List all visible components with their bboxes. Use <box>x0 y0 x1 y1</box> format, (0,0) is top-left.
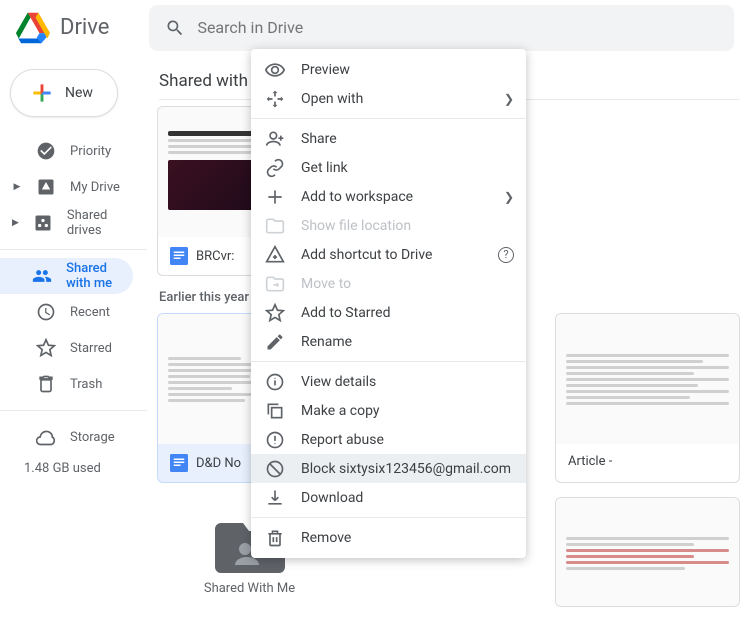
file-thumbnail <box>556 498 739 607</box>
eye-icon <box>265 60 285 80</box>
plus-icon <box>29 80 55 106</box>
sidebar: New Priority ▶ My Drive ▶ Shared drives Sh… <box>0 55 147 587</box>
shareddrives-icon <box>33 213 53 233</box>
cloud-icon <box>36 427 56 447</box>
ctx-add-starred[interactable]: Add to Starred <box>251 298 526 327</box>
search-input[interactable] <box>197 18 718 37</box>
sidebar-label: Starred <box>70 341 112 356</box>
priority-icon <box>36 141 56 161</box>
plus-icon <box>265 187 285 207</box>
file-name: D&D No <box>196 456 241 471</box>
nav-list: Priority ▶ My Drive ▶ Shared drives <box>0 133 147 241</box>
header: Drive <box>0 0 750 55</box>
app-title: Drive <box>60 15 109 40</box>
ctx-remove[interactable]: Remove <box>251 523 526 552</box>
file-thumbnail <box>556 314 739 444</box>
sidebar-label: Priority <box>70 144 111 159</box>
expand-icon[interactable]: ▶ <box>12 182 22 192</box>
sidebar-item-recent[interactable]: Recent <box>0 294 133 330</box>
warning-icon <box>265 430 285 450</box>
sidebar-item-mydrive[interactable]: ▶ My Drive <box>0 169 133 205</box>
ctx-share[interactable]: Share <box>251 124 526 153</box>
ctx-get-link[interactable]: Get link <box>251 153 526 182</box>
sidebar-item-starred[interactable]: Starred <box>0 330 133 366</box>
help-icon[interactable]: ? <box>498 247 514 263</box>
clock-icon <box>36 302 56 322</box>
sidebar-label: Recent <box>70 305 110 320</box>
ctx-add-workspace[interactable]: Add to workspace❯ <box>251 182 526 211</box>
sidebar-item-shareddrives[interactable]: ▶ Shared drives <box>0 205 133 241</box>
context-menu: Preview Open with❯ Share Get link Add to… <box>251 49 526 558</box>
pencil-icon <box>265 332 285 352</box>
sidebar-label: Shared drives <box>67 208 121 238</box>
storage-used-text: 1.48 GB used <box>0 455 147 482</box>
ctx-download[interactable]: Download <box>251 483 526 512</box>
search-icon <box>165 18 185 38</box>
download-icon <box>265 488 285 508</box>
star-icon <box>36 338 56 358</box>
file-name: Article - <box>568 454 612 469</box>
sidebar-label: Shared with me <box>66 261 121 291</box>
ctx-open-with[interactable]: Open with❯ <box>251 84 526 113</box>
mydrive-icon <box>36 177 56 197</box>
ctx-report-abuse[interactable]: Report abuse <box>251 425 526 454</box>
sidebar-item-sharedwithme[interactable]: Shared with me <box>0 258 133 294</box>
open-with-icon <box>265 89 285 109</box>
file-card[interactable] <box>555 497 740 607</box>
block-icon <box>265 459 285 479</box>
people-icon <box>32 266 52 286</box>
ctx-move-to: Move to <box>251 269 526 298</box>
docs-icon <box>170 454 188 472</box>
new-button[interactable]: New <box>10 69 118 117</box>
folder-caption: Shared With Me <box>204 581 295 596</box>
main-content: Shared with BRCvr: Earlier this year <box>147 55 750 587</box>
ctx-block-user[interactable]: Block sixtysix123456@gmail.com <box>251 454 526 483</box>
sidebar-label: My Drive <box>70 180 120 195</box>
docs-icon <box>170 247 188 265</box>
ctx-rename[interactable]: Rename <box>251 327 526 356</box>
sidebar-label: Storage <box>70 430 115 445</box>
file-card[interactable]: Article - <box>555 313 740 483</box>
sidebar-item-storage[interactable]: Storage <box>0 419 133 455</box>
ctx-preview[interactable]: Preview <box>251 55 526 84</box>
person-add-icon <box>265 129 285 149</box>
trash-icon <box>36 374 56 394</box>
ctx-make-copy[interactable]: Make a copy <box>251 396 526 425</box>
ctx-view-details[interactable]: View details <box>251 367 526 396</box>
trash-icon <box>265 528 285 548</box>
search-bar[interactable] <box>149 5 734 51</box>
chevron-right-icon: ❯ <box>504 92 514 106</box>
new-button-label: New <box>65 85 93 101</box>
move-icon <box>265 274 285 294</box>
info-icon <box>265 372 285 392</box>
sidebar-item-trash[interactable]: Trash <box>0 366 133 402</box>
sidebar-label: Trash <box>70 377 102 392</box>
sidebar-item-priority[interactable]: Priority <box>0 133 133 169</box>
copy-icon <box>265 401 285 421</box>
expand-icon[interactable]: ▶ <box>12 218 19 228</box>
ctx-add-shortcut[interactable]: Add shortcut to Drive? <box>251 240 526 269</box>
drive-logo-icon <box>16 11 50 45</box>
file-name: BRCvr: <box>196 249 234 264</box>
star-icon <box>265 303 285 323</box>
ctx-show-location: Show file location <box>251 211 526 240</box>
folder-icon <box>265 216 285 236</box>
shortcut-icon <box>265 245 285 265</box>
chevron-right-icon: ❯ <box>504 190 514 204</box>
link-icon <box>265 158 285 178</box>
